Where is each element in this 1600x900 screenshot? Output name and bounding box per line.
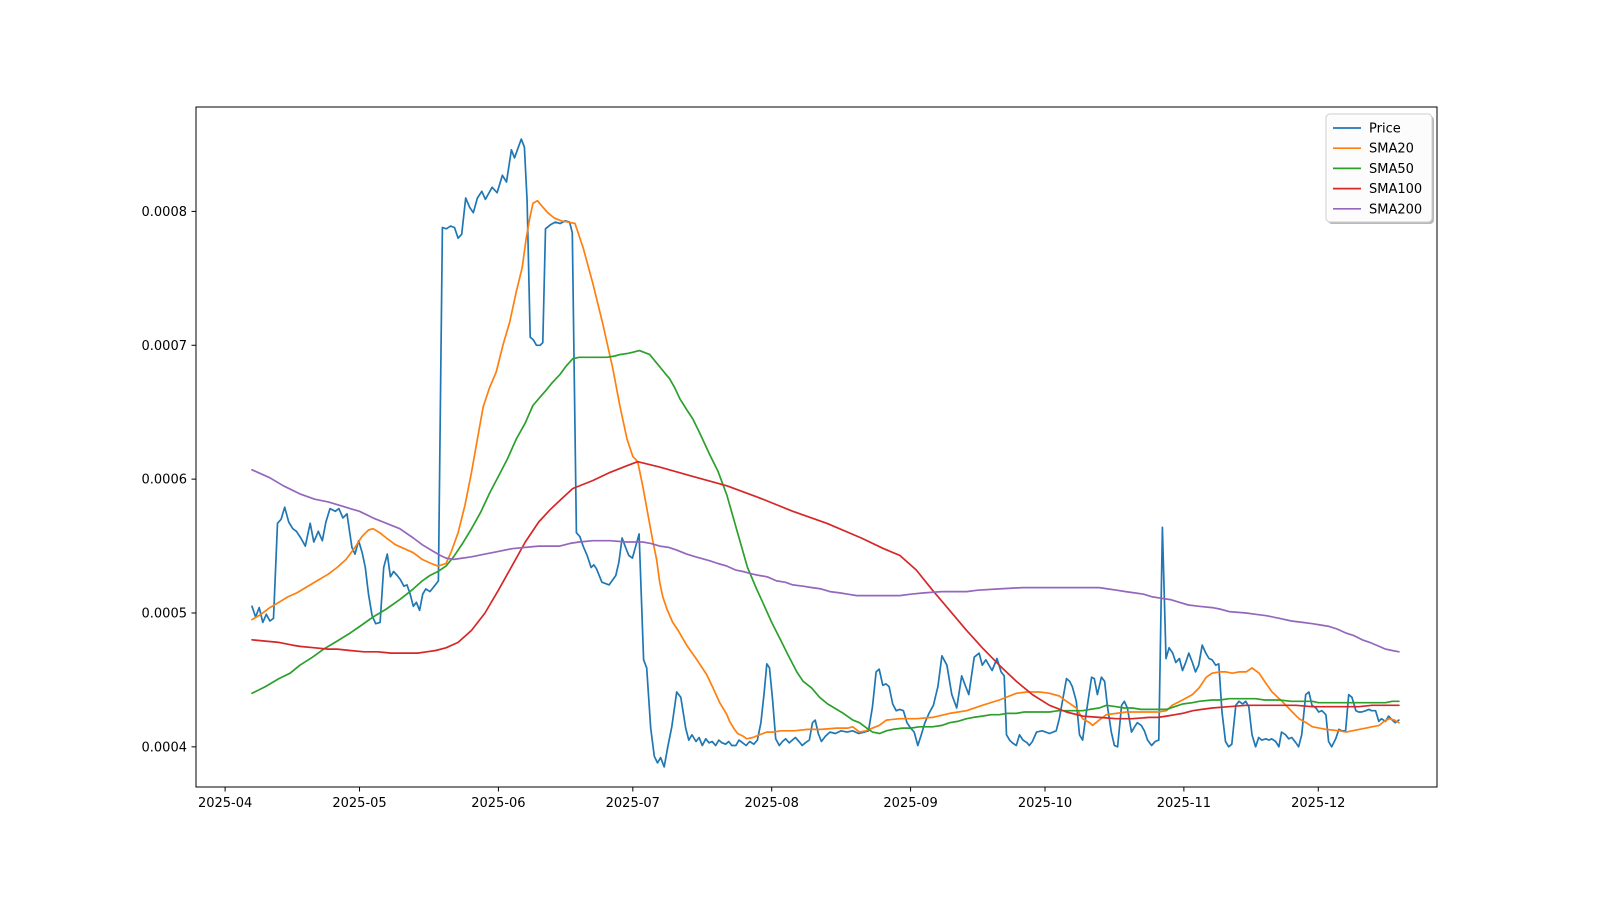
legend-label-sma20: SMA20 (1369, 142, 1414, 157)
y-tick-label: 0.0008 (142, 205, 188, 220)
legend-label-price: Price (1369, 122, 1401, 137)
price-sma-chart: 2025-04 2025-05 2025-06 2025-07 2025-08 2025-… (142, 106, 1438, 811)
x-tick-label: 2025-04 (198, 796, 252, 811)
x-tick-label: 2025-08 (745, 796, 799, 811)
legend: Price SMA20 SMA50 SMA100 SMA200 (1325, 113, 1434, 224)
series-sma50-line (251, 349, 1400, 735)
figure: 2025-04 2025-05 2025-06 2025-07 2025-08 2025-… (0, 0, 1600, 900)
x-tick-label: 2025-07 (606, 796, 660, 811)
plot-spines (195, 106, 1438, 788)
legend-label-sma100: SMA100 (1369, 182, 1422, 197)
y-tick-label: 0.0007 (142, 339, 188, 354)
x-tick-label: 2025-05 (332, 796, 386, 811)
y-tick-label: 0.0004 (142, 740, 188, 755)
legend-label-sma200: SMA200 (1369, 202, 1422, 217)
x-tick-label: 2025-11 (1157, 796, 1211, 811)
x-tick-label: 2025-09 (883, 796, 937, 811)
y-tick-label: 0.0006 (142, 473, 188, 488)
legend-label-sma50: SMA50 (1369, 162, 1414, 177)
y-tick-label: 0.0005 (142, 606, 188, 621)
x-tick-label: 2025-10 (1018, 796, 1072, 811)
series-sma20-line (251, 199, 1400, 740)
x-tick-label: 2025-12 (1291, 796, 1345, 811)
plot-area: 2025-04 2025-05 2025-06 2025-07 2025-08 2025-… (142, 106, 1438, 811)
x-tick-label: 2025-06 (471, 796, 525, 811)
